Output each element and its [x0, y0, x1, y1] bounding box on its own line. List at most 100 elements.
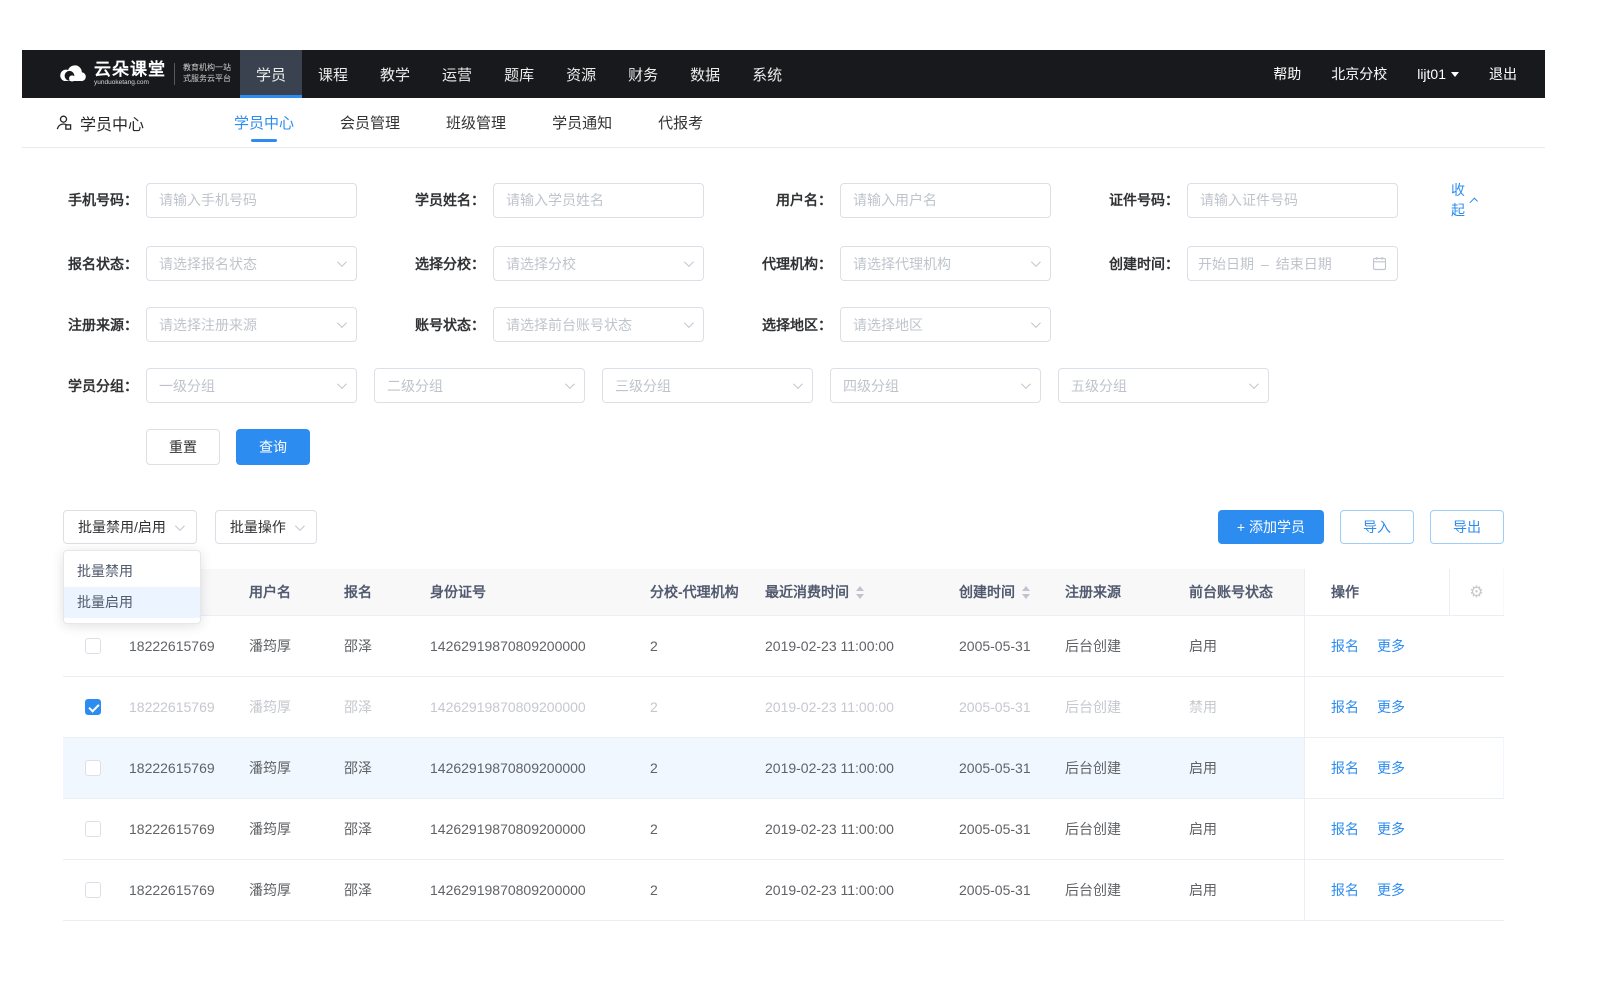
- batch-dropdown-menu: 批量禁用批量启用: [63, 550, 201, 624]
- cell-created: 2005-05-31: [939, 677, 1059, 737]
- filter-input[interactable]: [493, 183, 704, 218]
- add-student-button[interactable]: + 添加学员: [1218, 510, 1324, 544]
- chevron-down-icon: [1031, 257, 1041, 267]
- tab-代报考[interactable]: 代报考: [656, 98, 705, 147]
- table-row: 18222615769 潘筠厚 邵泽 14262919870809200000 …: [63, 677, 1504, 738]
- filter-select[interactable]: 一级分组: [146, 368, 357, 403]
- filter-input[interactable]: [840, 183, 1051, 218]
- filter-row-1: 收起 手机号码： 学员姓名：用户名：证件号码：: [63, 180, 1504, 220]
- brand-domain: yunduoketang.com: [94, 80, 166, 87]
- batch-disable-enable-button[interactable]: 批量禁用/启用: [63, 510, 197, 544]
- sort-icon[interactable]: [1022, 586, 1030, 599]
- chevron-down-icon: [1249, 379, 1259, 389]
- filter-select[interactable]: 四级分组: [830, 368, 1041, 403]
- chevron-down-icon: [684, 318, 694, 328]
- reset-button[interactable]: 重置: [146, 429, 220, 465]
- gear-icon[interactable]: ⚙: [1469, 582, 1483, 602]
- cell-branch-agency: 2: [629, 799, 764, 859]
- filter-label: 创建时间：: [1104, 254, 1179, 274]
- sort-icon[interactable]: [856, 586, 864, 599]
- cell-created: 2005-05-31: [939, 799, 1059, 859]
- filter-select[interactable]: 请选择注册来源: [146, 307, 357, 342]
- more-link[interactable]: 更多: [1377, 819, 1405, 839]
- filter-select[interactable]: 请选择分校: [493, 246, 704, 281]
- filter-group: 用户名：: [757, 183, 1104, 218]
- row-checkbox[interactable]: [85, 882, 101, 898]
- row-checkbox[interactable]: [85, 699, 101, 715]
- person-icon: [55, 114, 72, 131]
- cell-branch-agency: 2: [629, 677, 764, 737]
- tab-学员中心[interactable]: 学员中心: [232, 98, 296, 147]
- more-link[interactable]: 更多: [1377, 880, 1405, 900]
- more-link[interactable]: 更多: [1377, 697, 1405, 717]
- filter-select[interactable]: 三级分组: [602, 368, 813, 403]
- filter-group: 报名状态：请选择报名状态: [63, 246, 410, 281]
- dropdown-item[interactable]: 批量启用: [64, 587, 200, 618]
- cell-status: 启用: [1164, 860, 1304, 920]
- help-link[interactable]: 帮助: [1273, 64, 1301, 84]
- date-range-picker[interactable]: 开始日期–结束日期: [1187, 246, 1398, 281]
- top-menu: 学员课程教学运营题库资源财务数据系统: [240, 50, 798, 98]
- student-list-section: 批量禁用/启用 批量操作 + 添加学员 导入 导出 批量禁用批量启用 用户名 报…: [22, 510, 1545, 921]
- logout-link[interactable]: 退出: [1489, 64, 1517, 84]
- filter-panel: 收起 手机号码： 学员姓名：用户名：证件号码： 报名状态：请选择报名状态选择分校：…: [22, 148, 1545, 465]
- cell-branch-agency: 2: [629, 738, 764, 798]
- nav-item[interactable]: 资源: [550, 50, 612, 98]
- filter-group: 证件号码：: [1104, 183, 1451, 218]
- filter-input[interactable]: [1187, 183, 1398, 218]
- more-link[interactable]: 更多: [1377, 758, 1405, 778]
- cell-phone: 18222615769: [119, 799, 249, 859]
- filter-input[interactable]: [146, 183, 357, 218]
- cell-phone: 18222615769: [119, 616, 249, 676]
- collapse-toggle[interactable]: 收起: [1451, 180, 1478, 220]
- nav-item[interactable]: 财务: [612, 50, 674, 98]
- nav-item[interactable]: 数据: [674, 50, 736, 98]
- user-menu[interactable]: lijt01: [1417, 66, 1459, 82]
- row-checkbox[interactable]: [85, 821, 101, 837]
- enroll-link[interactable]: 报名: [1331, 758, 1359, 778]
- filter-select[interactable]: 请选择前台账号状态: [493, 307, 704, 342]
- nav-item[interactable]: 教学: [364, 50, 426, 98]
- filter-group: 选择分校：请选择分校: [410, 246, 757, 281]
- batch-operations-button[interactable]: 批量操作: [215, 510, 317, 544]
- dropdown-item[interactable]: 批量禁用: [64, 556, 200, 587]
- table-row: 18222615769 潘筠厚 邵泽 14262919870809200000 …: [63, 616, 1504, 677]
- enroll-link[interactable]: 报名: [1331, 636, 1359, 656]
- filter-label: 手机号码：: [63, 190, 138, 210]
- enroll-link[interactable]: 报名: [1331, 697, 1359, 717]
- tab-会员管理[interactable]: 会员管理: [338, 98, 402, 147]
- nav-item[interactable]: 课程: [302, 50, 364, 98]
- cell-enroll: 邵泽: [344, 677, 419, 737]
- nav-item[interactable]: 题库: [488, 50, 550, 98]
- filter-select[interactable]: 二级分组: [374, 368, 585, 403]
- header-branch-agency: 分校-代理机构: [629, 569, 764, 615]
- enroll-link[interactable]: 报名: [1331, 880, 1359, 900]
- enroll-link[interactable]: 报名: [1331, 819, 1359, 839]
- more-link[interactable]: 更多: [1377, 636, 1405, 656]
- nav-item[interactable]: 学员: [240, 50, 302, 98]
- row-checkbox[interactable]: [85, 638, 101, 654]
- tab-班级管理[interactable]: 班级管理: [444, 98, 508, 147]
- table-row: 18222615769 潘筠厚 邵泽 14262919870809200000 …: [63, 799, 1504, 860]
- filter-select[interactable]: 五级分组: [1058, 368, 1269, 403]
- filter-select[interactable]: 请选择报名状态: [146, 246, 357, 281]
- brand-name: 云朵课堂: [94, 61, 166, 78]
- nav-item[interactable]: 系统: [736, 50, 798, 98]
- filter-select[interactable]: 请选择代理机构: [840, 246, 1051, 281]
- filter-select[interactable]: 请选择地区: [840, 307, 1051, 342]
- filter-group: 学员姓名：: [410, 183, 757, 218]
- cell-username: 潘筠厚: [249, 616, 344, 676]
- branch-link[interactable]: 北京分校: [1331, 64, 1387, 84]
- import-button[interactable]: 导入: [1340, 510, 1414, 544]
- chevron-down-icon: [337, 379, 347, 389]
- top-navbar: 云朵课堂 yunduoketang.com 教育机构一站 式服务云平台 学员课程…: [22, 50, 1545, 98]
- row-checkbox[interactable]: [85, 760, 101, 776]
- tab-学员通知[interactable]: 学员通知: [550, 98, 614, 147]
- nav-item[interactable]: 运营: [426, 50, 488, 98]
- filter-group: 账号状态：请选择前台账号状态: [410, 307, 757, 342]
- search-button[interactable]: 查询: [236, 429, 310, 465]
- cell-id-number: 14262919870809200000: [419, 677, 629, 737]
- filter-group: 手机号码：: [63, 183, 410, 218]
- header-last-consume: 最近消费时间: [764, 569, 939, 615]
- export-button[interactable]: 导出: [1430, 510, 1504, 544]
